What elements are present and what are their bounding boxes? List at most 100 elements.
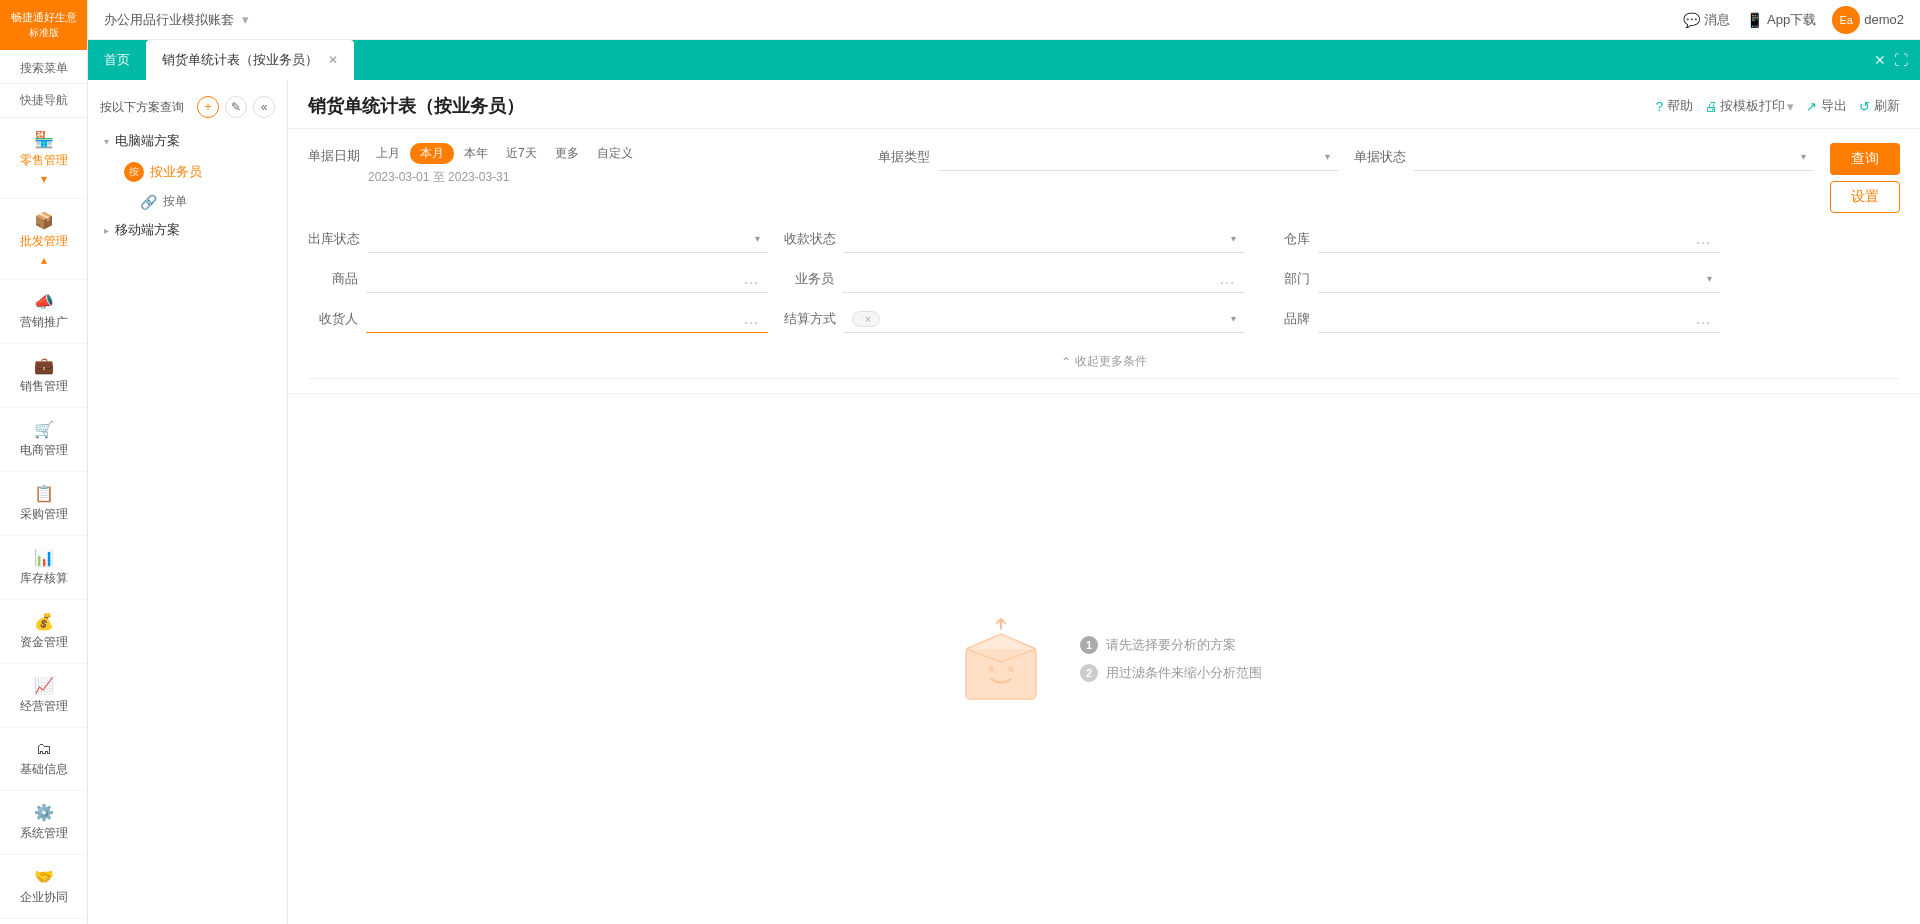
help-btn[interactable]: ? 帮助 bbox=[1656, 97, 1693, 115]
message-icon: 💬 bbox=[1683, 12, 1700, 28]
date-custom[interactable]: 自定义 bbox=[589, 143, 641, 164]
by-order-icon: 🔗 bbox=[140, 194, 157, 210]
app-logo: 畅捷通好生意 标准版 bbox=[0, 0, 87, 50]
order-type-input[interactable]: ▾ bbox=[938, 143, 1338, 171]
export-icon: ↗ bbox=[1806, 99, 1817, 114]
collapse-button[interactable]: ⌃ 收起更多条件 bbox=[1061, 353, 1147, 370]
settlement-tag[interactable]: × bbox=[852, 311, 880, 327]
date-this-year[interactable]: 本年 bbox=[456, 143, 496, 164]
tab-sales-stat[interactable]: 销货单统计表（按业务员） ✕ bbox=[146, 40, 354, 80]
filter-stock-out: 出库状态 ▾ bbox=[308, 225, 768, 253]
sidebar-item-wholesale[interactable]: 📦 批发管理 ▴ bbox=[0, 199, 87, 280]
print-btn[interactable]: 🖨 按模板打印 ▾ bbox=[1705, 97, 1794, 115]
tree-by-salesperson[interactable]: 按 按业务员 bbox=[96, 156, 279, 188]
setting-button[interactable]: 设置 bbox=[1830, 181, 1900, 213]
date-7days[interactable]: 近7天 bbox=[498, 143, 545, 164]
tabbar: 首页 销货单统计表（按业务员） ✕ ✕ ⛶ bbox=[88, 40, 1920, 80]
left-panel-header: 按以下方案查询 + ✎ « bbox=[88, 92, 287, 126]
department-input[interactable]: ▾ bbox=[1318, 265, 1720, 293]
app-download-btn[interactable]: 📱 App下载 bbox=[1746, 11, 1816, 29]
sidebar-item-ecommerce[interactable]: 🛒 电商管理 bbox=[0, 408, 87, 472]
order-status-label: 单据状态 bbox=[1354, 148, 1406, 166]
date-more[interactable]: 更多 bbox=[547, 143, 587, 164]
settlement-input[interactable]: × ▾ bbox=[844, 305, 1244, 333]
salesperson-dots: … bbox=[1219, 270, 1236, 288]
consignee-label: 收货人 bbox=[308, 310, 358, 328]
sidebar-item-sales[interactable]: 💼 销售管理 bbox=[0, 344, 87, 408]
settlement-label: 结算方式 bbox=[784, 310, 836, 328]
svg-point-2 bbox=[1008, 666, 1014, 672]
sidebar-quick-nav[interactable]: 快捷导航 bbox=[0, 84, 87, 118]
filter-area: 单据日期 上月 本月 本年 近7天 更多 自定义 2023-03-01 至 20… bbox=[288, 129, 1920, 394]
brand-label: 品牌 bbox=[1260, 310, 1310, 328]
warehouse-label: 仓库 bbox=[1260, 230, 1310, 248]
salesperson-input[interactable]: … bbox=[842, 265, 1244, 293]
close-window-icon[interactable]: ✕ bbox=[1874, 52, 1886, 68]
salesperson-scheme-icon: 按 bbox=[124, 162, 144, 182]
logo-text: 畅捷通好生意 bbox=[11, 10, 77, 24]
date-label: 单据日期 bbox=[308, 143, 360, 165]
consignee-input[interactable]: … bbox=[366, 305, 768, 333]
expand-window-icon[interactable]: ⛶ bbox=[1894, 52, 1908, 68]
user-menu[interactable]: Ea demo2 bbox=[1832, 6, 1904, 34]
warehouse-input[interactable]: … bbox=[1318, 225, 1720, 253]
sidebar-item-finance[interactable]: 💰 资金管理 bbox=[0, 600, 87, 664]
print-icon: 🖨 bbox=[1705, 99, 1718, 114]
date-range: 2023-03-01 至 2023-03-31 bbox=[368, 169, 641, 186]
sidebar-item-system[interactable]: ⚙️ 系统管理 bbox=[0, 791, 87, 855]
operation-icon: 📈 bbox=[34, 676, 54, 695]
marketing-icon: 📣 bbox=[34, 292, 54, 311]
date-last-month[interactable]: 上月 bbox=[368, 143, 408, 164]
tree-desktop[interactable]: ▾ 电脑端方案 bbox=[96, 126, 279, 156]
salesperson-label: 业务员 bbox=[784, 270, 834, 288]
order-status-input[interactable]: ▾ bbox=[1414, 143, 1814, 171]
stock-out-input[interactable]: ▾ bbox=[368, 225, 768, 253]
sidebar-item-newbie[interactable]: 🎯 新手引导 bbox=[0, 919, 87, 924]
receipt-status-input[interactable]: ▾ bbox=[844, 225, 1244, 253]
tab-controls: ✕ ⛶ bbox=[1862, 52, 1920, 68]
filter-row-4: 收货人 … 结算方式 × ▾ bbox=[308, 305, 1900, 333]
topbar-dropdown-icon[interactable]: ▾ bbox=[242, 12, 249, 27]
edit-scheme-btn[interactable]: ✎ bbox=[225, 96, 247, 118]
settlement-arrow: ▾ bbox=[1231, 313, 1236, 324]
order-type-label: 单据类型 bbox=[878, 148, 930, 166]
tab-home[interactable]: 首页 bbox=[88, 40, 146, 80]
export-btn[interactable]: ↗ 导出 bbox=[1806, 97, 1847, 115]
stock-out-arrow: ▾ bbox=[755, 233, 760, 244]
product-label: 商品 bbox=[308, 270, 358, 288]
sidebar-item-marketing[interactable]: 📣 营销推广 bbox=[0, 280, 87, 344]
refresh-btn[interactable]: ↺ 刷新 bbox=[1859, 97, 1900, 115]
left-panel: 按以下方案查询 + ✎ « ▾ 电脑端方案 按 按业务员 🔗 bbox=[88, 80, 288, 924]
sidebar-item-basic[interactable]: 🗂 基础信息 bbox=[0, 728, 87, 791]
print-dropdown-icon: ▾ bbox=[1787, 99, 1794, 114]
filter-settlement: 结算方式 × ▾ bbox=[784, 305, 1244, 333]
settlement-tag-close[interactable]: × bbox=[865, 313, 871, 325]
tab-close-icon[interactable]: ✕ bbox=[328, 53, 338, 67]
scheme-tree: ▾ 电脑端方案 按 按业务员 🔗 按单 ▸ 移动端方案 bbox=[88, 126, 287, 245]
filter-row-3: 商品 … 业务员 … 部门 bbox=[308, 265, 1900, 293]
message-btn[interactable]: 💬 消息 bbox=[1683, 11, 1730, 29]
inventory-icon: 📊 bbox=[34, 548, 54, 567]
logo-sub: 标准版 bbox=[29, 26, 59, 40]
sidebar-item-operation[interactable]: 📈 经营管理 bbox=[0, 664, 87, 728]
brand-input[interactable]: … bbox=[1318, 305, 1720, 333]
order-type-arrow: ▾ bbox=[1325, 151, 1330, 162]
tree-by-order[interactable]: 🔗 按单 bbox=[96, 188, 279, 215]
add-scheme-btn[interactable]: + bbox=[197, 96, 219, 118]
main-area: 办公用品行业模拟账套 ▾ 💬 消息 📱 App下载 Ea demo2 首页 bbox=[88, 0, 1920, 924]
filter-consignee: 收货人 … bbox=[308, 305, 768, 333]
date-this-month[interactable]: 本月 bbox=[410, 143, 454, 164]
tree-mobile[interactable]: ▸ 移动端方案 bbox=[96, 215, 279, 245]
sidebar-item-inventory[interactable]: 📊 库存核算 bbox=[0, 536, 87, 600]
order-status-arrow: ▾ bbox=[1801, 151, 1806, 162]
collapse-panel-btn[interactable]: « bbox=[253, 96, 275, 118]
query-button[interactable]: 查询 bbox=[1830, 143, 1900, 175]
content: 按以下方案查询 + ✎ « ▾ 电脑端方案 按 按业务员 🔗 bbox=[88, 80, 1920, 924]
sidebar-search[interactable]: 搜索菜单 bbox=[0, 50, 87, 84]
sidebar-item-purchase[interactable]: 📋 采购管理 bbox=[0, 472, 87, 536]
sidebar-item-cooperation[interactable]: 🤝 企业协同 bbox=[0, 855, 87, 919]
chevron-up-icon: ⌃ bbox=[1061, 355, 1071, 369]
date-btns: 上月 本月 本年 近7天 更多 自定义 bbox=[368, 143, 641, 164]
product-input[interactable]: … bbox=[366, 265, 768, 293]
sidebar-item-retail[interactable]: 🏪 零售管理 ▾ bbox=[0, 118, 87, 199]
